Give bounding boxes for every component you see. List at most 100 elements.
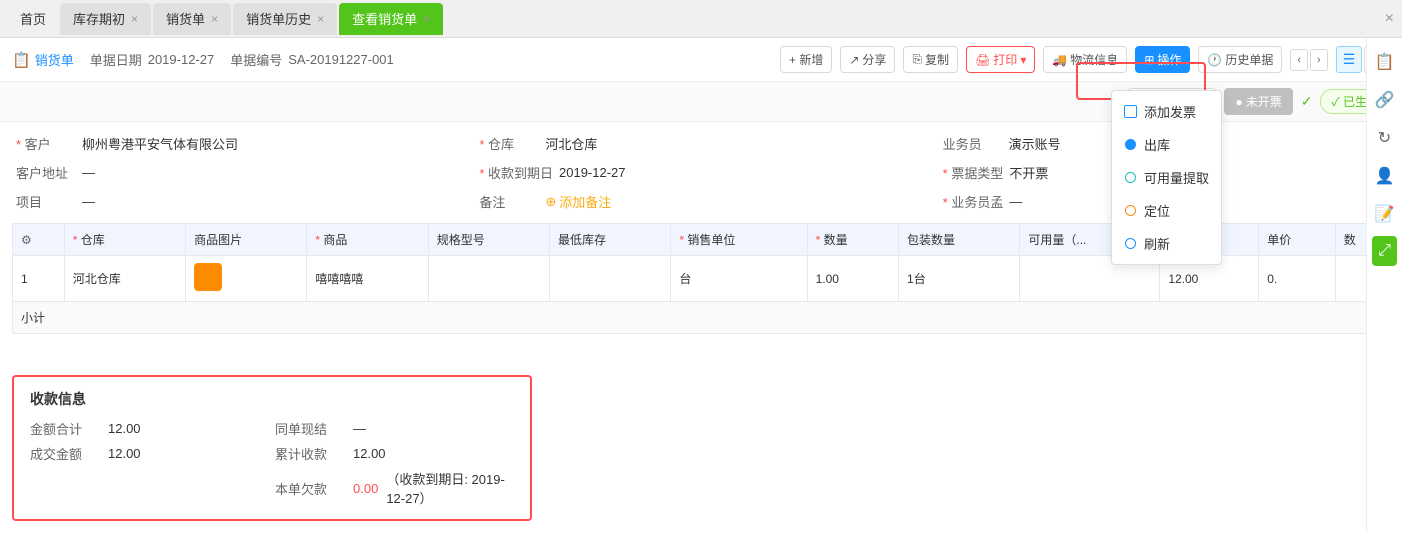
number-value: SA-20191227-001 bbox=[288, 52, 394, 67]
col-price: 单价 bbox=[1259, 224, 1336, 256]
project-field: 项目 — bbox=[16, 192, 459, 211]
tab-sales-history[interactable]: 销货单历史 × bbox=[233, 3, 337, 35]
sidebar-refresh-icon[interactable]: ↻ bbox=[1372, 122, 1397, 154]
payment-section: 收款信息 金额合计 12.00 同单现结 — 成交金额 12.00 累计收款 1… bbox=[12, 375, 532, 521]
plus-icon: ⊕ bbox=[545, 194, 556, 210]
share-icon: ↗ bbox=[849, 53, 859, 67]
due-date-label: 收款到期日 bbox=[479, 163, 553, 182]
not-open-button[interactable]: ● 未开票 bbox=[1224, 88, 1292, 115]
same-order-label: 同单现结 bbox=[275, 419, 345, 438]
address-label: 客户地址 bbox=[16, 163, 76, 182]
col-spec: 规格型号 bbox=[428, 224, 549, 256]
address-value: — bbox=[82, 165, 95, 180]
tab-bar: 首页 库存期初 × 销货单 × 销货单历史 × 查看销货单 × × bbox=[0, 0, 1402, 38]
tab-close-sales[interactable]: × bbox=[211, 12, 218, 26]
doc-type-label: 销货单 bbox=[35, 50, 74, 69]
tab-home[interactable]: 首页 bbox=[8, 3, 58, 35]
dropdown-refresh[interactable]: 刷新 bbox=[1112, 227, 1221, 260]
salesperson2-value: — bbox=[1009, 194, 1022, 209]
due-hint: （收款到期日: 2019-12-27） bbox=[386, 469, 514, 507]
copy-icon: ⎘ bbox=[912, 52, 922, 67]
dropdown-add-invoice[interactable]: 添加发票 bbox=[1112, 95, 1221, 128]
tab-close-view[interactable]: × bbox=[423, 12, 430, 26]
col-product-img: 商品图片 bbox=[186, 224, 307, 256]
window-close-button[interactable]: × bbox=[1385, 10, 1394, 28]
next-button[interactable]: › bbox=[1310, 49, 1328, 71]
prev-button[interactable]: ‹ bbox=[1290, 49, 1308, 71]
history-button[interactable]: 🕐 历史单据 bbox=[1198, 46, 1282, 73]
history-icon: 🕐 bbox=[1207, 53, 1222, 67]
customer-label: 客户 bbox=[16, 134, 76, 153]
sidebar-link-icon[interactable]: 🔗 bbox=[1369, 84, 1401, 116]
effective-icon: ✓ bbox=[1331, 95, 1339, 109]
sidebar-user-icon[interactable]: 👤 bbox=[1369, 160, 1401, 192]
tab-sales-order[interactable]: 销货单 × bbox=[153, 3, 231, 35]
warehouse-label: 仓库 bbox=[479, 134, 539, 153]
logistics-button[interactable]: 🚚 物流信息 bbox=[1043, 46, 1127, 73]
operate-dropdown: 添加发票 出库 可用量提取 定位 刷新 bbox=[1111, 90, 1222, 265]
doc-meta-date: 单据日期 2019-12-27 bbox=[90, 50, 215, 69]
number-label: 单据编号 bbox=[230, 50, 282, 69]
ticket-value: 不开票 bbox=[1009, 163, 1048, 182]
cumulative-value: 12.00 bbox=[353, 446, 386, 461]
cumulative-label: 累计收款 bbox=[275, 444, 345, 463]
add-invoice-icon bbox=[1124, 105, 1138, 119]
add-note-button[interactable]: ⊕ 添加备注 bbox=[545, 192, 611, 211]
new-button[interactable]: + 新增 bbox=[780, 46, 832, 73]
total-label: 金额合计 bbox=[30, 419, 100, 438]
dropdown-outbound[interactable]: 出库 bbox=[1112, 128, 1221, 161]
total-row: 金额合计 12.00 bbox=[30, 419, 269, 438]
col-gear[interactable]: ⚙ bbox=[13, 224, 65, 256]
row-min-stock bbox=[550, 256, 671, 302]
project-value: — bbox=[82, 194, 95, 209]
row-pack-qty: 1台 bbox=[899, 256, 1020, 302]
due-date-value: 2019-12-27 bbox=[559, 165, 626, 180]
print-dropdown-arrow: ▾ bbox=[1020, 53, 1026, 67]
tab-close-inventory[interactable]: × bbox=[131, 12, 138, 26]
print-button[interactable]: 🖨 打印 ▾ bbox=[966, 46, 1035, 73]
dropdown-locate[interactable]: 定位 bbox=[1112, 194, 1221, 227]
product-image bbox=[194, 263, 222, 291]
subtotal-label: 小计 bbox=[13, 302, 1390, 334]
print-icon: 🖨 bbox=[975, 53, 990, 67]
project-label: 项目 bbox=[16, 192, 76, 211]
list-view-button[interactable]: ☰ bbox=[1336, 46, 1363, 73]
cumulative-row: 累计收款 12.00 bbox=[275, 444, 514, 463]
row-qty: 1.00 bbox=[807, 256, 898, 302]
doc-type-icon: 📋 bbox=[12, 51, 31, 69]
refresh-icon bbox=[1124, 237, 1138, 251]
debt-label: 本单欠款 bbox=[275, 479, 345, 498]
col-pack-qty: 包装数量 bbox=[899, 224, 1020, 256]
address-field: 客户地址 — bbox=[16, 163, 459, 182]
operate-button[interactable]: ⊞ 操作 bbox=[1135, 46, 1190, 73]
same-order-row: 同单现结 — bbox=[275, 419, 514, 438]
doc-type: 📋 销货单 bbox=[12, 50, 74, 69]
doc-header: 📋 销货单 单据日期 2019-12-27 单据编号 SA-20191227-0… bbox=[0, 38, 1402, 82]
note-label: 备注 bbox=[479, 192, 539, 211]
subtotal-row: 小计 bbox=[13, 302, 1390, 334]
tab-close-history[interactable]: × bbox=[317, 12, 324, 26]
copy-button[interactable]: ⎘ 复制 bbox=[903, 46, 958, 73]
col-product: * 商品 bbox=[307, 224, 428, 256]
row-unit: 台 bbox=[671, 256, 807, 302]
doc-meta-number: 单据编号 SA-20191227-001 bbox=[230, 50, 394, 69]
share-button[interactable]: ↗ 分享 bbox=[840, 46, 895, 73]
customer-value: 柳州粤港平安气体有限公司 bbox=[82, 134, 238, 153]
total-value: 12.00 bbox=[108, 421, 141, 436]
sidebar-expand-icon[interactable]: ⤢ bbox=[1372, 236, 1397, 266]
debt-value: 0.00 bbox=[353, 481, 378, 496]
col-unit: * 销售单位 bbox=[671, 224, 807, 256]
header-actions: + 新增 ↗ 分享 ⎘ 复制 🖨 打印 ▾ 🚚 物流信息 bbox=[780, 46, 1390, 73]
dropdown-available-qty[interactable]: 可用量提取 bbox=[1112, 161, 1221, 194]
tab-view-sales[interactable]: 查看销货单 × bbox=[339, 3, 443, 35]
row-price: 0. bbox=[1259, 256, 1336, 302]
sidebar-note-icon[interactable]: 📝 bbox=[1369, 198, 1401, 230]
truck-icon: 🚚 bbox=[1052, 53, 1067, 67]
right-sidebar: 📋 🔗 ↻ 👤 📝 ⤢ bbox=[1366, 38, 1402, 533]
outbound-icon bbox=[1124, 138, 1138, 152]
settings-icon[interactable]: ⚙ bbox=[21, 233, 32, 247]
row-product-img bbox=[186, 256, 307, 302]
sidebar-copy-icon[interactable]: 📋 bbox=[1369, 46, 1401, 78]
warehouse-field: 仓库 河北仓库 bbox=[479, 134, 922, 153]
tab-inventory-init[interactable]: 库存期初 × bbox=[60, 3, 151, 35]
